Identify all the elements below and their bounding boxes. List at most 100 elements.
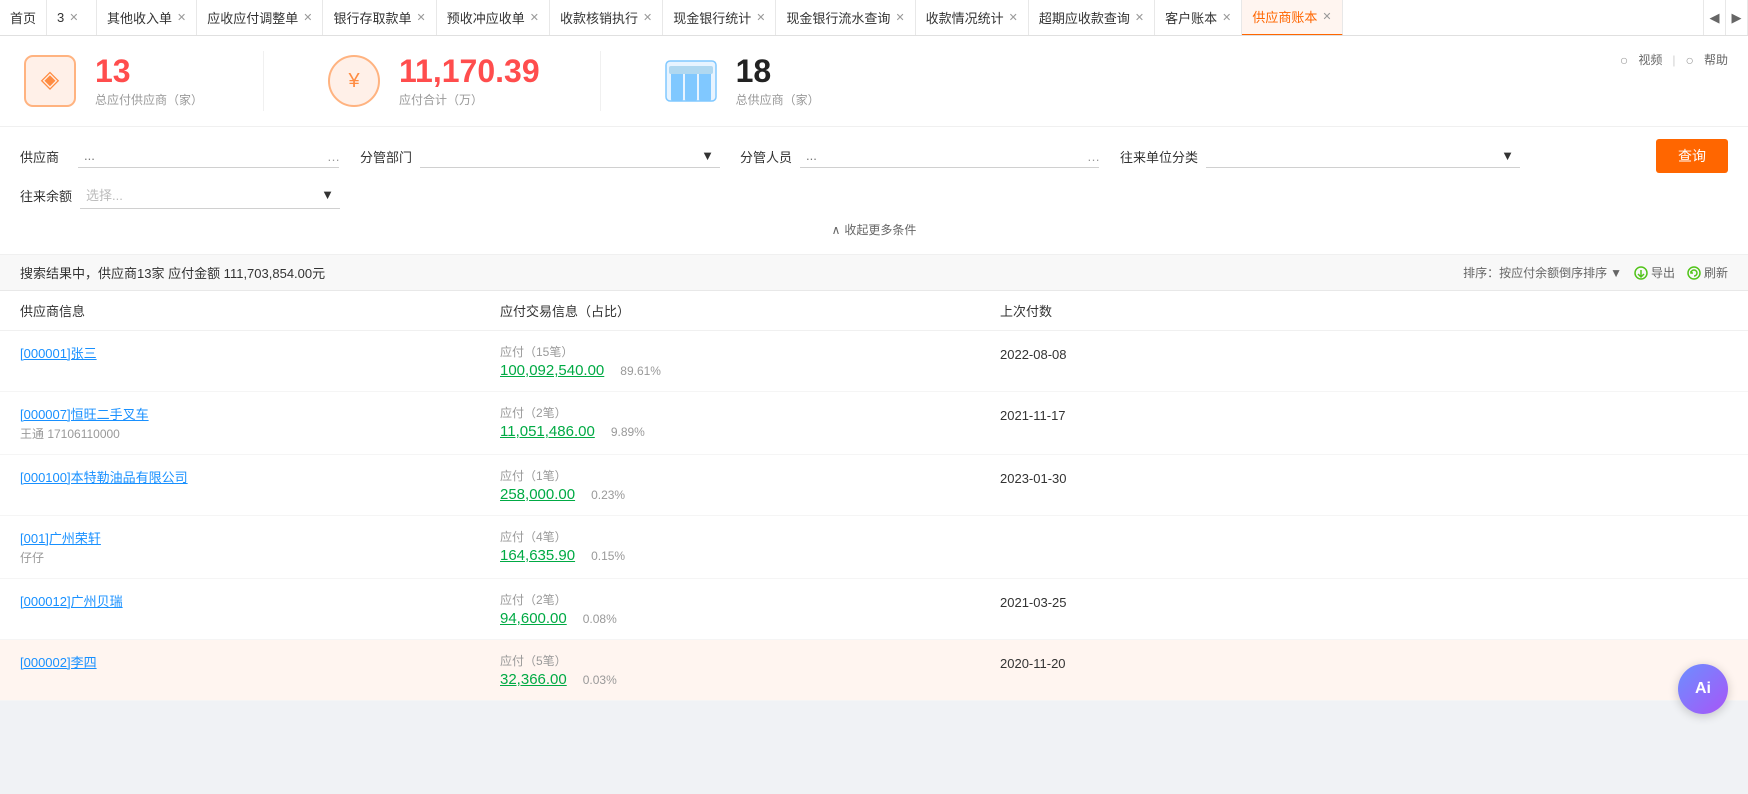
- person-input-dots: …: [1087, 149, 1100, 164]
- trade-row-0: 100,092,540.00 89.61%: [500, 362, 1000, 379]
- filter-balance: 往来余额 选择... ▼: [20, 181, 340, 209]
- refresh-btn[interactable]: 刷新: [1687, 264, 1728, 281]
- nav-tab-supplier-account-label: 供应商账本: [1252, 7, 1317, 26]
- nav-tab-prepay-collect[interactable]: 预收冲应收单 ✕: [437, 0, 550, 36]
- supplier-input[interactable]: [78, 144, 339, 168]
- nav-tab-collection-stat[interactable]: 收款情况统计 ✕: [916, 0, 1029, 36]
- col-header-supplier: 供应商信息: [20, 301, 500, 320]
- nav-tab-cash-bank-flow-label: 现金银行流水查询: [786, 8, 890, 27]
- table-row: [000007]恒旺二手叉车 王通 17106110000 应付（2笔） 11,…: [0, 392, 1748, 455]
- supplier-name-3[interactable]: [001]广州荣轩: [20, 528, 500, 547]
- main-content: ◈ 13 总应付供应商（家） ¥ 11,170.39 应付合计（万）: [0, 36, 1748, 701]
- stat-ap-amount-label: 应付合计（万）: [399, 91, 540, 108]
- nav-arrows: ◀ ▶: [1703, 0, 1748, 36]
- nav-tab-customer-account[interactable]: 客户账本 ✕: [1155, 0, 1242, 36]
- nav-tab-home[interactable]: 首页: [0, 0, 47, 36]
- filter-row-1: 供应商 … 分管部门 ▼ 分管人员 … 往来单位分类: [20, 139, 1728, 173]
- last-pay-date-4: 2021-03-25: [1000, 591, 1728, 610]
- last-pay-cell-2: 2023-01-30: [1000, 467, 1728, 486]
- dept-select[interactable]: ▼: [420, 144, 720, 168]
- ai-button[interactable]: Ai: [1678, 664, 1728, 714]
- nav-tab-bank-deposit[interactable]: 银行存取款单 ✕: [323, 0, 436, 36]
- nav-tab-overdue-ar[interactable]: 超期应收款查询 ✕: [1029, 0, 1155, 36]
- nav-tab-supplier-account[interactable]: 供应商账本 ✕: [1242, 0, 1342, 36]
- nav-tab-customer-account-close[interactable]: ✕: [1222, 11, 1231, 24]
- supplier-name-0[interactable]: [000001]张三: [20, 343, 500, 362]
- trade-cell-3: 应付（4笔） 164,635.90 0.15%: [500, 528, 1000, 564]
- nav-tab-prepay-collect-label: 预收冲应收单: [447, 8, 525, 27]
- stat-ap-suppliers: ◈ 13 总应付供应商（家）: [20, 51, 203, 111]
- data-table: 供应商信息 应付交易信息（占比） 上次付数 [000001]张三 应付（15笔）…: [0, 291, 1748, 701]
- trade-cell-4: 应付（2笔） 94,600.00 0.08%: [500, 591, 1000, 627]
- nav-tab-supplier-account-close[interactable]: ✕: [1322, 10, 1331, 23]
- trade-row-3: 164,635.90 0.15%: [500, 547, 1000, 564]
- supplier-name-4[interactable]: [000012]广州贝瑞: [20, 591, 500, 610]
- person-input[interactable]: [800, 144, 1099, 168]
- nav-tab-ap-adjust[interactable]: 应收应付调整单 ✕: [197, 0, 323, 36]
- stats-bar: ◈ 13 总应付供应商（家） ¥ 11,170.39 应付合计（万）: [0, 36, 1748, 127]
- trade-label-5: 应付（5笔）: [500, 652, 1000, 669]
- stat-divider-1: [263, 51, 264, 111]
- nav-tab-cash-bank-stat[interactable]: 现金银行统计 ✕: [663, 0, 776, 36]
- table-row: [000002]李四 应付（5笔） 32,366.00 0.03% 2020-1…: [0, 640, 1748, 701]
- nav-tab-bank-deposit-close[interactable]: ✕: [417, 11, 426, 24]
- nav-tab-ap-adjust-close[interactable]: ✕: [303, 11, 312, 24]
- trade-amount-2[interactable]: 258,000.00: [500, 486, 575, 503]
- supplier-name-1[interactable]: [000007]恒旺二手叉车: [20, 404, 500, 423]
- nav-tab-collection-verify-close[interactable]: ✕: [643, 11, 652, 24]
- help-link[interactable]: 帮助: [1704, 51, 1728, 68]
- nav-tab-other-income[interactable]: 其他收入单 ✕: [97, 0, 197, 36]
- collapse-btn[interactable]: ∧ 收起更多条件: [832, 217, 917, 242]
- balance-select-placeholder: 选择...: [86, 185, 123, 204]
- nav-tab-t3[interactable]: 3 ✕: [47, 0, 97, 36]
- supplier-name-5[interactable]: [000002]李四: [20, 652, 500, 671]
- sort-chevron-icon: ▼: [1610, 266, 1622, 280]
- nav-arrow-left[interactable]: ◀: [1704, 0, 1726, 36]
- refresh-label: 刷新: [1704, 264, 1728, 281]
- person-filter-label: 分管人员: [740, 147, 792, 166]
- last-pay-date-5: 2020-11-20: [1000, 652, 1728, 671]
- trade-amount-1[interactable]: 11,051,486.00: [500, 423, 595, 440]
- nav-tab-collection-verify[interactable]: 收款核销执行 ✕: [550, 0, 663, 36]
- last-pay-date-2: 2023-01-30: [1000, 467, 1728, 486]
- stat-total-suppliers-value: 18: [736, 55, 820, 87]
- trade-percent-5: 0.03%: [583, 673, 617, 687]
- supplier-name-2[interactable]: [000100]本特勒油品有限公司: [20, 467, 500, 486]
- last-pay-date-3: [1000, 528, 1728, 532]
- trade-cell-2: 应付（1笔） 258,000.00 0.23%: [500, 467, 1000, 503]
- last-pay-date-0: 2022-08-08: [1000, 343, 1728, 362]
- trade-percent-0: 89.61%: [620, 364, 661, 378]
- nav-tab-cash-bank-flow[interactable]: 现金银行流水查询 ✕: [776, 0, 915, 36]
- nav-tab-prepay-collect-close[interactable]: ✕: [530, 11, 539, 24]
- top-navigation: 首页 3 ✕ 其他收入单 ✕ 应收应付调整单 ✕ 银行存取款单 ✕ 预收冲应收单…: [0, 0, 1748, 36]
- stat-total-suppliers: 18 总供应商（家）: [661, 51, 820, 111]
- nav-tab-cash-bank-stat-close[interactable]: ✕: [756, 11, 765, 24]
- video-link[interactable]: 视频: [1638, 51, 1662, 68]
- nav-tab-cash-bank-flow-close[interactable]: ✕: [895, 11, 904, 24]
- search-button[interactable]: 查询: [1656, 139, 1728, 173]
- nav-tab-other-income-close[interactable]: ✕: [177, 11, 186, 24]
- nav-tab-overdue-ar-close[interactable]: ✕: [1135, 11, 1144, 24]
- sort-select[interactable]: 排序：按应付余额倒序排序 ▼: [1463, 264, 1622, 281]
- last-pay-date-1: 2021-11-17: [1000, 404, 1728, 423]
- supplier-input-dots: …: [327, 149, 340, 164]
- category-select[interactable]: ▼: [1206, 144, 1520, 168]
- last-pay-cell-1: 2021-11-17: [1000, 404, 1728, 423]
- nav-arrow-right[interactable]: ▶: [1726, 0, 1748, 36]
- table-row: [000001]张三 应付（15笔） 100,092,540.00 89.61%…: [0, 331, 1748, 392]
- result-actions: 排序：按应付余额倒序排序 ▼ 导出 刷新: [1463, 264, 1728, 281]
- refresh-icon: [1687, 266, 1701, 280]
- trade-row-2: 258,000.00 0.23%: [500, 486, 1000, 503]
- supplier-cell-5: [000002]李四: [20, 652, 500, 671]
- trade-amount-3[interactable]: 164,635.90: [500, 547, 575, 564]
- trade-amount-0[interactable]: 100,092,540.00: [500, 362, 604, 379]
- nav-tab-t3-close[interactable]: ✕: [69, 11, 78, 24]
- result-summary: 搜索结果中，供应商13家 应付金额 111,703,854.00元: [20, 263, 325, 282]
- filter-person: 分管人员 …: [740, 144, 1100, 168]
- export-btn[interactable]: 导出: [1634, 264, 1675, 281]
- trade-amount-4[interactable]: 94,600.00: [500, 610, 567, 627]
- trade-amount-5[interactable]: 32,366.00: [500, 671, 567, 688]
- nav-tab-collection-stat-close[interactable]: ✕: [1009, 11, 1018, 24]
- balance-select[interactable]: 选择... ▼: [80, 181, 340, 209]
- table-header: 供应商信息 应付交易信息（占比） 上次付数: [0, 291, 1748, 331]
